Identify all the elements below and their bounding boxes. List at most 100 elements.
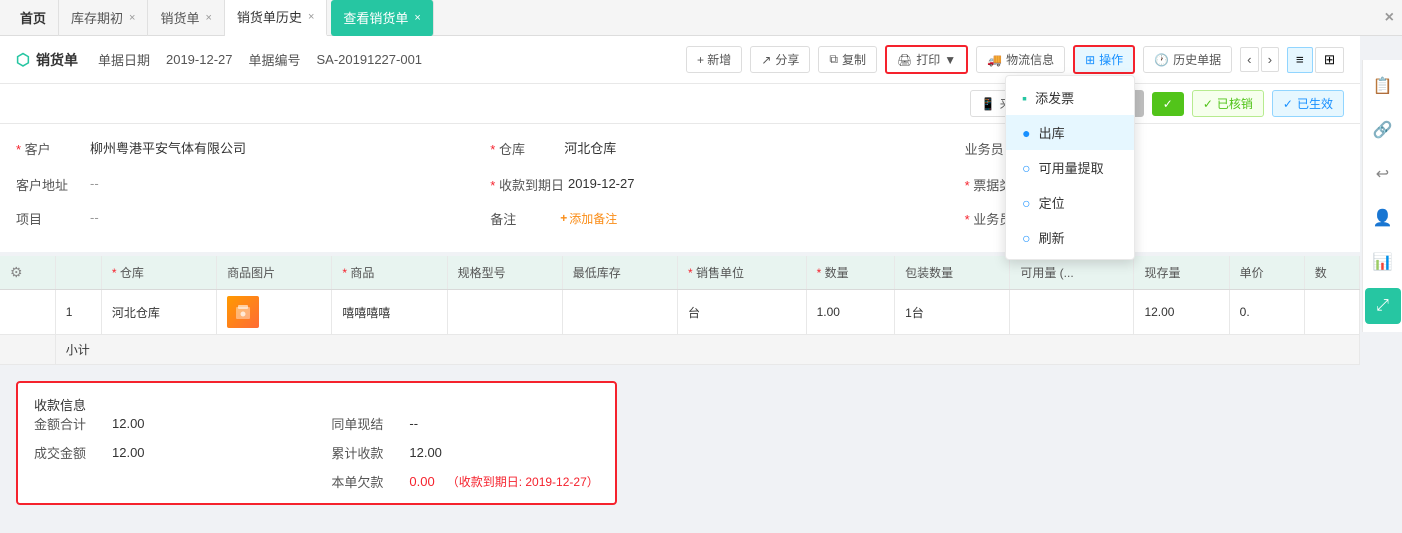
grid-view-button[interactable]: ⊞	[1315, 47, 1344, 73]
logistics-button[interactable]: 🚚 物流信息	[976, 46, 1065, 73]
col-unit-price: 单价	[1229, 256, 1304, 290]
form-row-3: 项目 -- 备注 添加备注 业务员孟 --	[16, 208, 1344, 228]
payment-grid: 金额合计 12.00 同单现结 -- 成交金额 12.00 累计收款 12.00	[34, 414, 599, 491]
tab-inventory-start[interactable]: 库存期初 ×	[59, 0, 148, 36]
subtotal-row: 小计	[0, 335, 1360, 365]
operation-wrapper: ⊞ 操作 ▪ 添发票 ● 出库 ○	[1073, 45, 1135, 74]
cell-row-num: 1	[55, 290, 101, 335]
tab-sales-order[interactable]: 销货单 ×	[148, 0, 224, 36]
transaction-amount-row: 成交金额 12.00	[34, 443, 301, 462]
sold-out-status: ✓ 已核销	[1192, 90, 1264, 117]
tab-inventory-close[interactable]: ×	[129, 12, 135, 24]
settings-icon[interactable]: ⚙	[10, 264, 23, 280]
due-date-label: 收款到期日	[490, 175, 564, 194]
col-current-stock: 现存量	[1134, 256, 1229, 290]
bottom-area: 收款信息 金额合计 12.00 同单现结 -- 成交金额 12.00	[0, 365, 1360, 521]
due-date-field: 收款到期日 2019-12-27	[490, 174, 964, 194]
cell-package-qty: 1台	[895, 290, 1010, 335]
dropdown-outbound[interactable]: ● 出库	[1006, 115, 1134, 150]
tab-home[interactable]: 首页	[8, 0, 59, 36]
outstanding-value: 0.00	[409, 474, 434, 489]
payment-title: 收款信息	[34, 395, 599, 414]
print-dropdown-icon: ▼	[944, 53, 956, 67]
nav-arrows: ‹ ›	[1240, 47, 1279, 72]
square-icon: ▪	[1022, 90, 1027, 106]
global-close-button[interactable]: ×	[1385, 9, 1394, 27]
table-row: 1 河北仓库 嘻嘻嘻嘻	[0, 290, 1360, 335]
dropdown-available-qty[interactable]: ○ 可用量提取	[1006, 150, 1134, 185]
tab-view-sales[interactable]: 查看销货单 ×	[331, 0, 433, 36]
location-icon: ○	[1022, 195, 1030, 211]
cumulative-receipt-label: 累计收款	[331, 443, 401, 462]
outstanding-row: 本单欠款 0.00 （收款到期日: 2019-12-27）	[331, 472, 598, 491]
history-icon: 🕐	[1154, 53, 1169, 67]
doc-actions: + 新增 ↗ 分享 ⧉ 复制 🖨 打印 ▼	[686, 45, 1344, 74]
sidebar-icon-user[interactable]: 👤	[1365, 200, 1401, 236]
tab-sales-history[interactable]: 销货单历史 ×	[225, 0, 327, 36]
address-value: --	[86, 174, 103, 194]
address-label: 客户地址	[16, 175, 86, 194]
check-effective-icon: ✓	[1283, 97, 1293, 111]
cell-current-stock: 12.00	[1134, 290, 1229, 335]
add-note-button[interactable]: 添加备注	[560, 210, 617, 227]
sidebar-icon-return[interactable]: ↩	[1365, 156, 1401, 192]
warehouse-value: 河北仓库	[560, 136, 620, 160]
sidebar-icon-chart[interactable]: 📊	[1365, 244, 1401, 280]
sub-actions-bar: 📱 来自手机 🔘 未开票 ✓ ✓ 已核销 ✓ 已生效	[0, 84, 1360, 124]
table-header-row: ⚙ 仓库 商品图片 商品 规格型号 最低库存 销售单位 数量 包装数量 可用量 …	[0, 256, 1360, 290]
cumulative-receipt-row: 累计收款 12.00	[331, 443, 598, 462]
dropdown-location[interactable]: ○ 定位	[1006, 185, 1134, 220]
subtotal-label: 小计	[55, 335, 1359, 365]
col-min-stock: 最低库存	[562, 256, 677, 290]
outstanding-label: 本单欠款	[331, 472, 401, 491]
copy-button[interactable]: ⧉ 复制	[818, 46, 877, 73]
sidebar-icon-expand[interactable]: ⤢	[1365, 288, 1401, 324]
total-amount-row: 金额合计 12.00	[34, 414, 301, 433]
warehouse-field: 仓库 河北仓库	[490, 136, 964, 160]
print-button[interactable]: 🖨 打印 ▼	[885, 45, 968, 74]
form-row-1: 客户 柳州粤港平安气体有限公司 仓库 河北仓库 业务员 演示账号	[16, 136, 1344, 160]
form-row-2: 客户地址 -- 收款到期日 2019-12-27 票据类型 不开票	[16, 172, 1344, 196]
sales-order-icon: ⬡	[16, 50, 30, 70]
total-amount-label: 金额合计	[34, 414, 104, 433]
next-button[interactable]: ›	[1261, 47, 1279, 72]
cell-settings	[0, 290, 55, 335]
list-view-button[interactable]: ≡	[1287, 47, 1313, 73]
history-button[interactable]: 🕐 历史单据	[1143, 46, 1232, 73]
dropdown-add-invoice[interactable]: ▪ 添发票	[1006, 80, 1134, 115]
sidebar-icon-link[interactable]: 🔗	[1365, 112, 1401, 148]
cell-available	[1010, 290, 1134, 335]
sidebar-icon-clipboard[interactable]: 📋	[1365, 68, 1401, 104]
tab-view-close[interactable]: ×	[414, 12, 420, 24]
cell-quantity: 1.00	[806, 290, 895, 335]
col-product: 商品	[332, 256, 447, 290]
tab-history-close[interactable]: ×	[308, 11, 314, 23]
project-label: 项目	[16, 209, 86, 228]
tab-bar: 首页 库存期初 × 销货单 × 销货单历史 × 查看销货单 × ×	[0, 0, 1402, 36]
col-spec: 规格型号	[447, 256, 562, 290]
cell-warehouse: 河北仓库	[101, 290, 216, 335]
doc-meta: 单据日期 2019-12-27 单据编号 SA-20191227-001	[98, 50, 686, 69]
new-button[interactable]: + 新增	[686, 46, 742, 73]
customer-field: 客户 柳州粤港平安气体有限公司	[16, 136, 490, 160]
same-order-row: 同单现结 --	[331, 414, 598, 433]
prev-button[interactable]: ‹	[1240, 47, 1258, 72]
same-order-label: 同单现结	[331, 414, 401, 433]
available-icon: ○	[1022, 160, 1030, 176]
cell-spec	[447, 290, 562, 335]
col-available: 可用量 (...	[1010, 256, 1134, 290]
view-toggle: ≡ ⊞	[1287, 47, 1344, 73]
operation-button[interactable]: ⊞ 操作	[1073, 45, 1135, 74]
refresh-icon: ○	[1022, 230, 1030, 246]
print-icon: 🖨	[897, 53, 912, 67]
share-button[interactable]: ↗ 分享	[750, 46, 810, 73]
tab-sales-close[interactable]: ×	[205, 12, 211, 24]
dropdown-refresh[interactable]: ○ 刷新	[1006, 220, 1134, 255]
cell-min-stock	[562, 290, 677, 335]
customer-value: 柳州粤港平安气体有限公司	[86, 136, 250, 160]
col-sales-unit: 销售单位	[678, 256, 807, 290]
circle-icon: ●	[1022, 125, 1030, 141]
doc-header: ⬡ 销货单 单据日期 2019-12-27 单据编号 SA-20191227-0…	[0, 36, 1360, 84]
right-sidebar: 📋 🔗 ↩ 👤 📊 ⤢	[1362, 60, 1402, 332]
confirm-button[interactable]: ✓	[1152, 92, 1184, 116]
